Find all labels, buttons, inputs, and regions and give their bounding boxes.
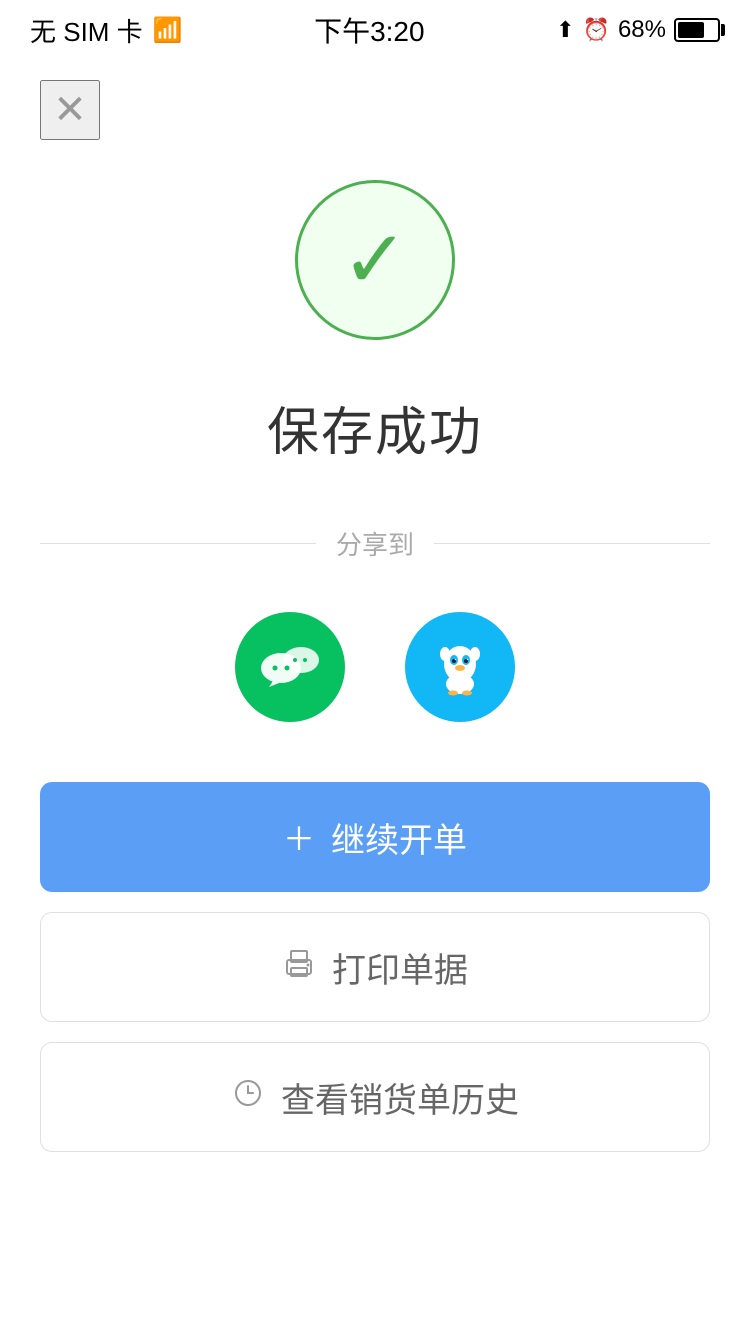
share-section: 分享到 <box>40 525 710 722</box>
checkmark-icon: ✓ <box>341 220 408 300</box>
qq-share-button[interactable] <box>405 612 515 722</box>
close-icon: ✕ <box>53 90 87 130</box>
continue-button[interactable]: ＋ 继续开单 <box>40 782 710 892</box>
status-time: 下午3:20 <box>314 10 425 50</box>
history-label: 查看销货单历史 <box>281 1073 519 1122</box>
divider-line-right <box>434 543 710 544</box>
status-bar: 无 SIM 卡 📶 下午3:20 ⬆ ⏰ 68% <box>0 0 750 60</box>
print-label: 打印单据 <box>332 943 468 992</box>
status-carrier: 无 SIM 卡 📶 <box>30 12 183 49</box>
success-title: 保存成功 <box>267 390 483 465</box>
share-label: 分享到 <box>336 525 414 562</box>
divider-line-left <box>40 543 316 544</box>
wechat-icon <box>255 632 325 702</box>
carrier-text: 无 SIM 卡 <box>30 12 143 49</box>
share-divider: 分享到 <box>40 525 710 562</box>
battery-icon <box>674 18 720 42</box>
wechat-share-button[interactable] <box>235 612 345 722</box>
action-buttons: ＋ 继续开单 打印单据 查 <box>40 782 710 1152</box>
print-button[interactable]: 打印单据 <box>40 912 710 1022</box>
continue-label: 继续开单 <box>331 813 467 862</box>
alarm-icon: ⏰ <box>583 17 610 43</box>
location-icon: ⬆ <box>556 17 574 43</box>
wifi-icon: 📶 <box>153 16 183 45</box>
main-content: ✕ ✓ 保存成功 分享到 <box>0 60 750 1334</box>
print-icon <box>282 946 316 988</box>
share-icons <box>40 612 710 722</box>
history-button[interactable]: 查看销货单历史 <box>40 1042 710 1152</box>
close-button[interactable]: ✕ <box>40 80 100 140</box>
plus-icon: ＋ <box>283 814 315 860</box>
history-icon <box>231 1076 265 1118</box>
success-icon-circle: ✓ <box>295 180 455 340</box>
qq-icon <box>429 636 491 698</box>
status-right: ⬆ ⏰ 68% <box>556 16 720 44</box>
battery-percent: 68% <box>618 16 666 44</box>
